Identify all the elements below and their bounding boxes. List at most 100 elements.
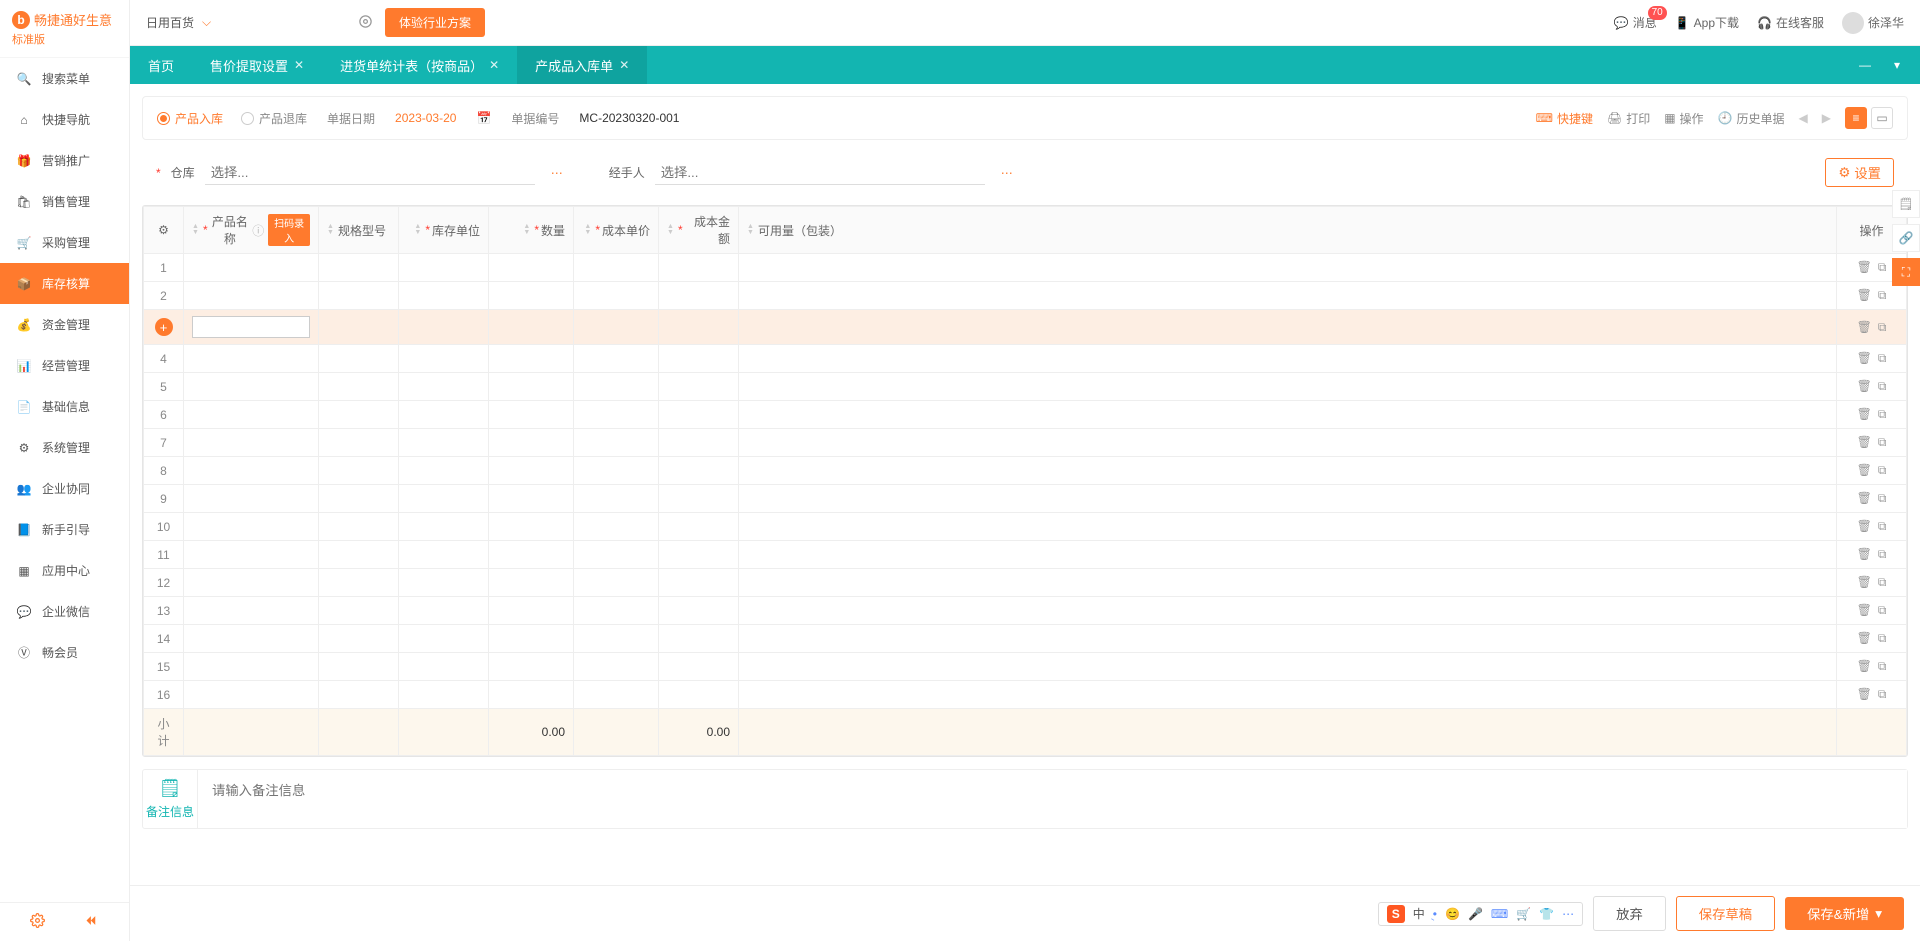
row-settings-header[interactable]: ⚙ [144,207,184,254]
settings-gear-icon[interactable] [358,14,373,32]
trial-button[interactable]: 体验行业方案 [385,8,485,37]
table-row[interactable]: 14🗑⧉ [144,625,1907,653]
print-tool[interactable]: 🖨打印 [1607,110,1650,127]
copy-icon[interactable]: ⧉ [1878,519,1887,533]
copy-icon[interactable]: ⧉ [1878,435,1887,449]
copy-icon[interactable]: ⧉ [1878,463,1887,477]
copy-icon[interactable]: ⧉ [1878,260,1887,274]
view-card-button[interactable]: ▭ [1871,107,1893,129]
copy-icon[interactable]: ⧉ [1878,491,1887,505]
handler-more-icon[interactable]: ⋯ [995,166,1019,180]
dock-link-button[interactable]: 🔗 [1892,224,1920,252]
abandon-button[interactable]: 放弃 [1593,896,1666,931]
col-avail-header[interactable]: ▲▼可用量（包装） [739,207,1837,254]
collapse-icon[interactable] [84,913,99,931]
view-list-button[interactable]: ≡ [1845,107,1867,129]
messages-link[interactable]: 💬 消息 70 [1614,14,1657,31]
table-row[interactable]: 16🗑⧉ [144,681,1907,709]
dock-expand-button[interactable]: ⛶ [1892,258,1920,286]
ime-bar[interactable]: S 中 •ֻ 😊🎤⌨🛒👕⋯ [1378,902,1583,926]
delete-icon[interactable]: 🗑 [1857,519,1872,533]
table-row[interactable]: +🗑⧉ [144,310,1907,345]
dock-note-button[interactable]: 🗒 [1892,190,1920,218]
copy-icon[interactable]: ⧉ [1878,288,1887,302]
copy-icon[interactable]: ⧉ [1878,687,1887,701]
col-name-header[interactable]: ▲▼*产品名称ⓘ扫码录入 [184,207,319,254]
sidebar-item-2[interactable]: 🎁营销推广 [0,140,129,181]
shortcut-tool[interactable]: ⌨快捷键 [1536,110,1593,127]
delete-icon[interactable]: 🗑 [1857,379,1872,393]
table-row[interactable]: 4🗑⧉ [144,345,1907,373]
col-unit-header[interactable]: ▲▼*库存单位 [399,207,489,254]
tab-3[interactable]: 产成品入库单✕ [517,46,647,84]
online-service-link[interactable]: 🎧 在线客服 [1757,14,1824,31]
settings-icon[interactable] [30,913,45,931]
sidebar-item-6[interactable]: 💰资金管理 [0,304,129,345]
col-price-header[interactable]: ▲▼*成本单价 [574,207,659,254]
close-icon[interactable]: ✕ [619,58,629,72]
delete-icon[interactable]: 🗑 [1857,288,1872,302]
delete-icon[interactable]: 🗑 [1857,463,1872,477]
close-icon[interactable]: ✕ [294,58,304,72]
delete-icon[interactable]: 🗑 [1857,351,1872,365]
column-settings-button[interactable]: ⚙ 设置 [1825,158,1894,187]
table-row[interactable]: 13🗑⧉ [144,597,1907,625]
close-icon[interactable]: ✕ [489,58,499,72]
tab-2[interactable]: 进货单统计表（按商品）✕ [322,46,517,84]
table-row[interactable]: 1🗑⧉ [144,254,1907,282]
delete-icon[interactable]: 🗑 [1857,631,1872,645]
copy-icon[interactable]: ⧉ [1878,659,1887,673]
delete-icon[interactable]: 🗑 [1857,603,1872,617]
business-type-select[interactable]: 日用百货 ⌵ [146,14,346,31]
warehouse-input[interactable] [205,161,535,185]
copy-icon[interactable]: ⧉ [1878,547,1887,561]
doc-date-value[interactable]: 2023-03-20 [395,111,456,125]
tab-menu-button[interactable]: ▾ [1884,52,1910,78]
save-draft-button[interactable]: 保存草稿 [1676,896,1775,931]
table-row[interactable]: 5🗑⧉ [144,373,1907,401]
sidebar-item-7[interactable]: 📊经营管理 [0,345,129,386]
col-amount-header[interactable]: ▲▼*成本金额 [659,207,739,254]
sidebar-item-3[interactable]: 🛍销售管理 [0,181,129,222]
scan-badge[interactable]: 扫码录入 [268,214,310,246]
product-name-input[interactable] [192,316,310,338]
sidebar-item-9[interactable]: ⚙系统管理 [0,427,129,468]
next-doc-icon[interactable]: ▶ [1822,111,1831,125]
copy-icon[interactable]: ⧉ [1878,351,1887,365]
sidebar-item-13[interactable]: 💬企业微信 [0,591,129,632]
save-new-button[interactable]: 保存&新增▾ [1785,897,1904,930]
copy-icon[interactable]: ⧉ [1878,407,1887,421]
radio-product-out[interactable]: 产品退库 [241,110,307,127]
copy-icon[interactable]: ⧉ [1878,603,1887,617]
tab-1[interactable]: 售价提取设置✕ [192,46,322,84]
delete-icon[interactable]: 🗑 [1857,547,1872,561]
copy-icon[interactable]: ⧉ [1878,379,1887,393]
delete-icon[interactable]: 🗑 [1857,575,1872,589]
tab-0[interactable]: 首页 [130,46,192,84]
delete-icon[interactable]: 🗑 [1857,407,1872,421]
table-row[interactable]: 15🗑⧉ [144,653,1907,681]
sidebar-item-0[interactable]: 🔍搜索菜单 [0,58,129,99]
table-row[interactable]: 2🗑⧉ [144,282,1907,310]
warehouse-more-icon[interactable]: ⋯ [545,166,569,180]
sidebar-item-4[interactable]: 🛒采购管理 [0,222,129,263]
add-row-icon[interactable]: + [155,318,173,336]
prev-doc-icon[interactable]: ◀ [1799,111,1808,125]
table-row[interactable]: 6🗑⧉ [144,401,1907,429]
tab-minimize-button[interactable]: — [1852,52,1878,78]
copy-icon[interactable]: ⧉ [1878,575,1887,589]
delete-icon[interactable]: 🗑 [1857,435,1872,449]
radio-product-in[interactable]: 产品入库 [157,110,223,127]
user-menu[interactable]: 徐泽华 [1842,12,1904,34]
delete-icon[interactable]: 🗑 [1857,320,1872,334]
table-row[interactable]: 7🗑⧉ [144,429,1907,457]
col-spec-header[interactable]: ▲▼规格型号 [319,207,399,254]
remark-input[interactable] [198,770,1907,828]
operations-tool[interactable]: ▦操作 [1664,110,1703,127]
delete-icon[interactable]: 🗑 [1857,260,1872,274]
delete-icon[interactable]: 🗑 [1857,687,1872,701]
sidebar-item-14[interactable]: Ⓥ畅会员 [0,632,129,673]
sidebar-item-10[interactable]: 👥企业协同 [0,468,129,509]
sidebar-item-11[interactable]: 📘新手引导 [0,509,129,550]
sidebar-item-12[interactable]: ▦应用中心 [0,550,129,591]
